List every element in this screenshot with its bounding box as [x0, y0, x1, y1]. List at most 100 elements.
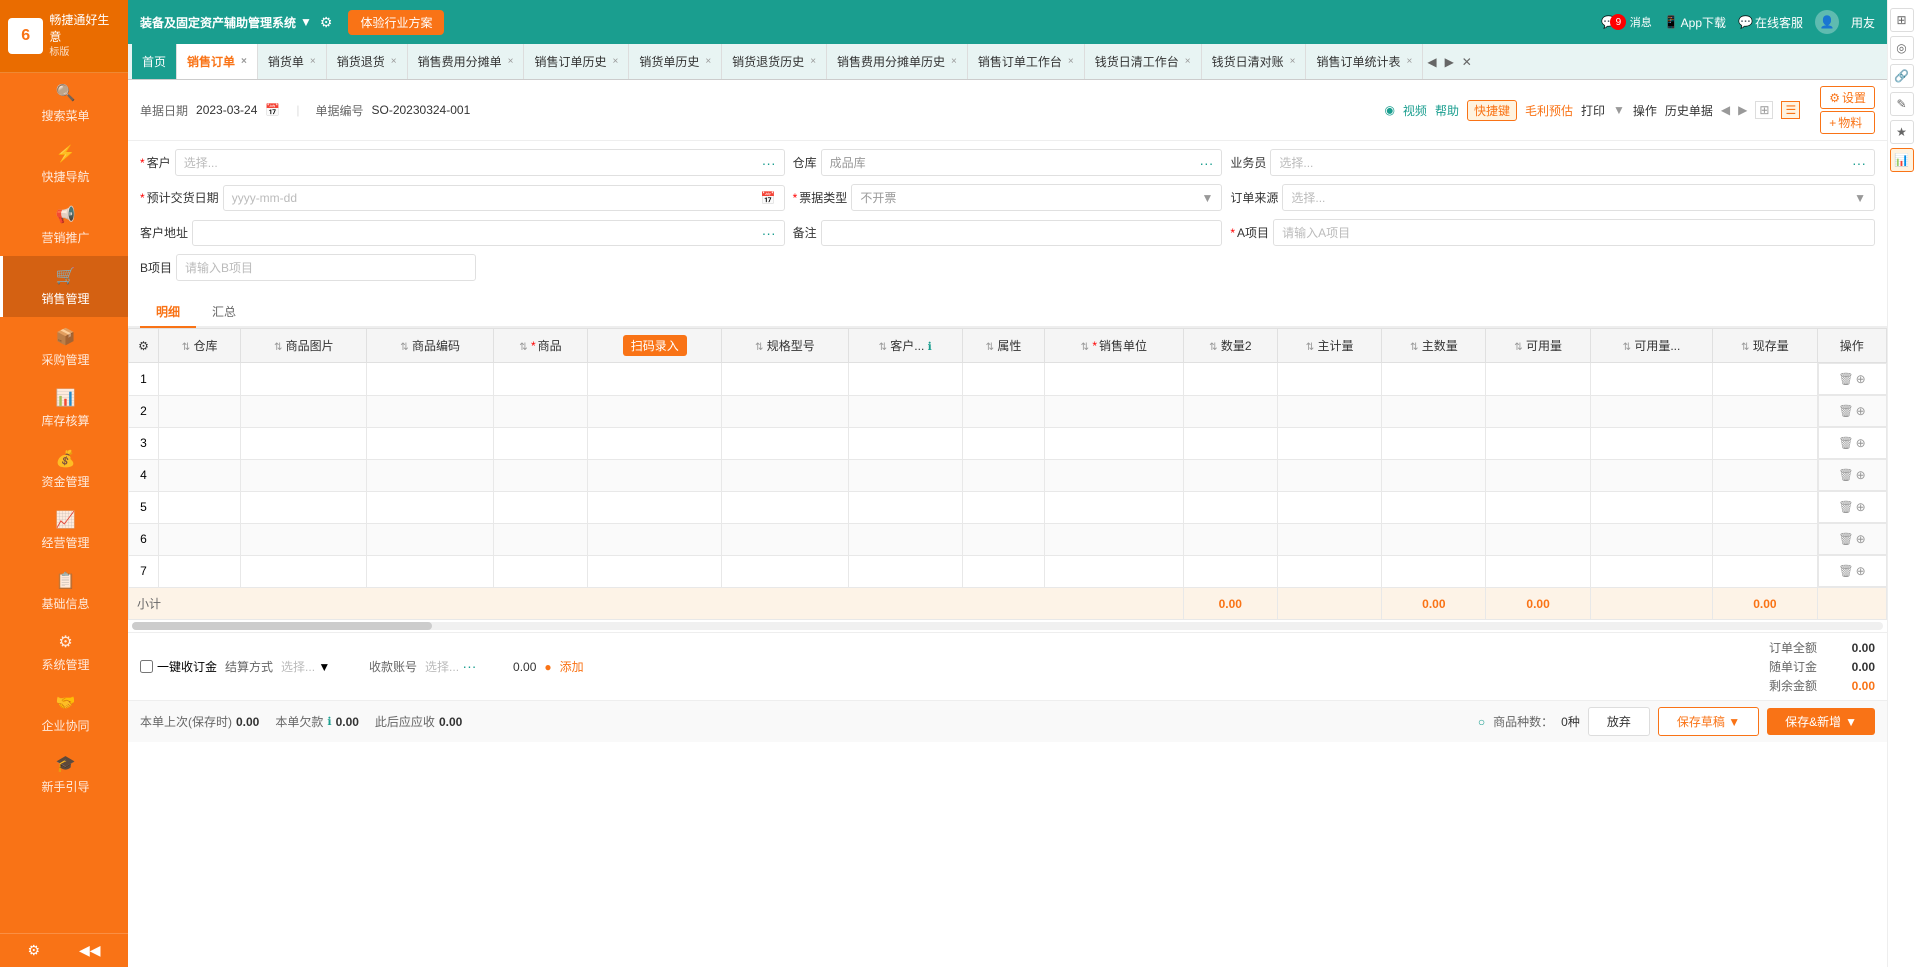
customer-input[interactable]: 选择... ···: [175, 149, 785, 176]
right-icon-3[interactable]: 🔗: [1890, 64, 1914, 88]
shortcut-label[interactable]: 快捷键: [1467, 100, 1517, 121]
add-label[interactable]: 添加: [560, 658, 584, 675]
close-tab-12[interactable]: ×: [1406, 56, 1412, 67]
th-scan[interactable]: 扫码录入: [588, 329, 722, 363]
close-tab-2[interactable]: ×: [310, 56, 316, 67]
list-view-icon[interactable]: ☰: [1781, 101, 1800, 119]
close-tab-5[interactable]: ×: [612, 56, 618, 67]
row-copy-icon[interactable]: ⊕: [1856, 468, 1866, 482]
add-product-button[interactable]: + 物料: [1820, 111, 1875, 134]
tab-order-stats[interactable]: 销售订单统计表 ×: [1306, 44, 1423, 80]
app-download[interactable]: 📱 App下载: [1664, 14, 1726, 31]
tab-home[interactable]: 首页: [132, 44, 177, 80]
row-delete-icon[interactable]: 🗑: [1838, 500, 1853, 514]
solution-button[interactable]: 体验行业方案: [348, 10, 444, 35]
settings-button[interactable]: ⚙ 设置: [1820, 86, 1875, 109]
row-sales-unit[interactable]: [1045, 363, 1184, 396]
invoice-type-select[interactable]: 不开票 ▼: [851, 184, 1222, 211]
user-name[interactable]: 用友: [1851, 14, 1875, 31]
row-delete-icon[interactable]: 🗑: [1838, 532, 1853, 546]
sidebar-item-basic-info[interactable]: 📋 基础信息: [0, 561, 128, 622]
settlement-select[interactable]: 选择... ▼: [281, 658, 361, 675]
row-main-qty[interactable]: [1382, 363, 1486, 396]
address-input[interactable]: ···: [192, 220, 785, 246]
tab-daily-clear-workbench[interactable]: 钱货日清工作台 ×: [1085, 44, 1202, 80]
right-icon-6[interactable]: 📊: [1890, 148, 1914, 172]
close-tab-11[interactable]: ×: [1290, 56, 1296, 67]
print-label[interactable]: 打印: [1581, 102, 1605, 119]
a-project-input[interactable]: 请输入A项目: [1273, 219, 1875, 246]
tab-sales-order-history[interactable]: 销售订单历史 ×: [524, 44, 629, 80]
sidebar-item-search[interactable]: 🔍 搜索菜单: [0, 73, 128, 134]
sidebar-item-inventory[interactable]: 📊 库存核算: [0, 378, 128, 439]
close-sales-order-tab[interactable]: ×: [241, 56, 247, 67]
grid-view-icon[interactable]: ⊞: [1755, 101, 1773, 119]
row-product[interactable]: [493, 363, 587, 396]
delivery-date-input[interactable]: yyyy-mm-dd 📅: [223, 185, 785, 211]
tab-detail[interactable]: 明细: [140, 297, 196, 328]
order-source-select[interactable]: 选择... ▼: [1282, 184, 1875, 211]
row-delete-icon[interactable]: 🗑: [1838, 372, 1853, 386]
sidebar-item-enterprise[interactable]: 🤝 企业协同: [0, 683, 128, 744]
nav-next-icon[interactable]: ▶: [1738, 103, 1747, 117]
notification-area[interactable]: 💬9 消息: [1601, 14, 1651, 30]
row-delete-icon[interactable]: 🗑: [1838, 564, 1853, 578]
payment-checkbox[interactable]: [140, 660, 153, 673]
tab-summary[interactable]: 汇总: [196, 297, 252, 328]
right-icon-5[interactable]: ★: [1890, 120, 1914, 144]
scan-button[interactable]: 扫码录入: [623, 335, 687, 356]
tab-sales-order[interactable]: 销售订单 ×: [177, 44, 258, 80]
tab-goods-history[interactable]: 销货单历史 ×: [629, 44, 722, 80]
sidebar-item-marketing[interactable]: 📢 营销推广: [0, 195, 128, 256]
user-avatar[interactable]: 👤: [1815, 10, 1839, 34]
row-delete-icon[interactable]: 🗑: [1838, 468, 1853, 482]
tab-prev-icon[interactable]: ◀: [1423, 55, 1440, 69]
salesperson-input[interactable]: 选择... ···: [1270, 149, 1875, 176]
close-tab-3[interactable]: ×: [391, 56, 397, 67]
row-copy-icon[interactable]: ⊕: [1856, 500, 1866, 514]
tab-next-icon[interactable]: ▶: [1441, 55, 1458, 69]
row-copy-icon[interactable]: ⊕: [1856, 532, 1866, 546]
operation-label[interactable]: 操作: [1633, 102, 1657, 119]
sidebar-collapse-icon[interactable]: ◀◀: [79, 942, 101, 959]
sidebar-settings-icon[interactable]: ⚙: [27, 942, 40, 959]
date-picker-icon[interactable]: 📅: [265, 103, 280, 117]
history-label[interactable]: 历史单据: [1665, 102, 1713, 119]
sidebar-item-operations[interactable]: 📈 经营管理: [0, 500, 128, 561]
close-tab-9[interactable]: ×: [1068, 56, 1074, 67]
tab-sales-goods[interactable]: 销货单 ×: [258, 44, 327, 80]
system-dropdown-icon[interactable]: ▼: [300, 15, 312, 29]
row-copy-icon[interactable]: ⊕: [1856, 564, 1866, 578]
account-select[interactable]: 选择... ···: [425, 658, 505, 675]
row-qty2[interactable]: [1183, 363, 1277, 396]
close-tab-7[interactable]: ×: [810, 56, 816, 67]
tab-expense-history[interactable]: 销售费用分摊单历史 ×: [827, 44, 968, 80]
tab-return-history[interactable]: 销货退货历史 ×: [722, 44, 827, 80]
row-delete-icon[interactable]: 🗑: [1838, 404, 1853, 418]
tab-sales-expense[interactable]: 销售费用分摊单 ×: [408, 44, 525, 80]
online-service[interactable]: 💬 在线客服: [1738, 14, 1803, 31]
view-label[interactable]: 视频: [1403, 102, 1427, 119]
row-customer[interactable]: [848, 363, 962, 396]
save-draft-button[interactable]: 保存草稿 ▼: [1658, 707, 1759, 736]
row-attr[interactable]: [962, 363, 1044, 396]
remark-input[interactable]: [821, 220, 1223, 246]
row-code[interactable]: [367, 363, 493, 396]
th-settings[interactable]: ⚙: [129, 329, 159, 363]
row-copy-icon[interactable]: ⊕: [1856, 404, 1866, 418]
row-warehouse[interactable]: [159, 363, 241, 396]
row-copy-icon[interactable]: ⊕: [1856, 372, 1866, 386]
sidebar-item-purchase[interactable]: 📦 采购管理: [0, 317, 128, 378]
tab-sales-return[interactable]: 销货退货 ×: [327, 44, 408, 80]
right-icon-2[interactable]: ◎: [1890, 36, 1914, 60]
tab-order-workbench[interactable]: 销售订单工作台 ×: [968, 44, 1085, 80]
warehouse-input[interactable]: 成品库 ···: [821, 149, 1223, 176]
tab-daily-reconcile[interactable]: 钱货日清对账 ×: [1202, 44, 1307, 80]
settings-gear-icon[interactable]: ⚙: [320, 14, 333, 31]
right-icon-1[interactable]: ⊞: [1890, 8, 1914, 32]
close-tab-4[interactable]: ×: [508, 56, 514, 67]
b-project-input[interactable]: 请输入B项目: [176, 254, 476, 281]
row-main-unit[interactable]: [1278, 363, 1382, 396]
sidebar-item-finance[interactable]: 💰 资金管理: [0, 439, 128, 500]
view-video-icon[interactable]: ◉: [1384, 103, 1394, 117]
